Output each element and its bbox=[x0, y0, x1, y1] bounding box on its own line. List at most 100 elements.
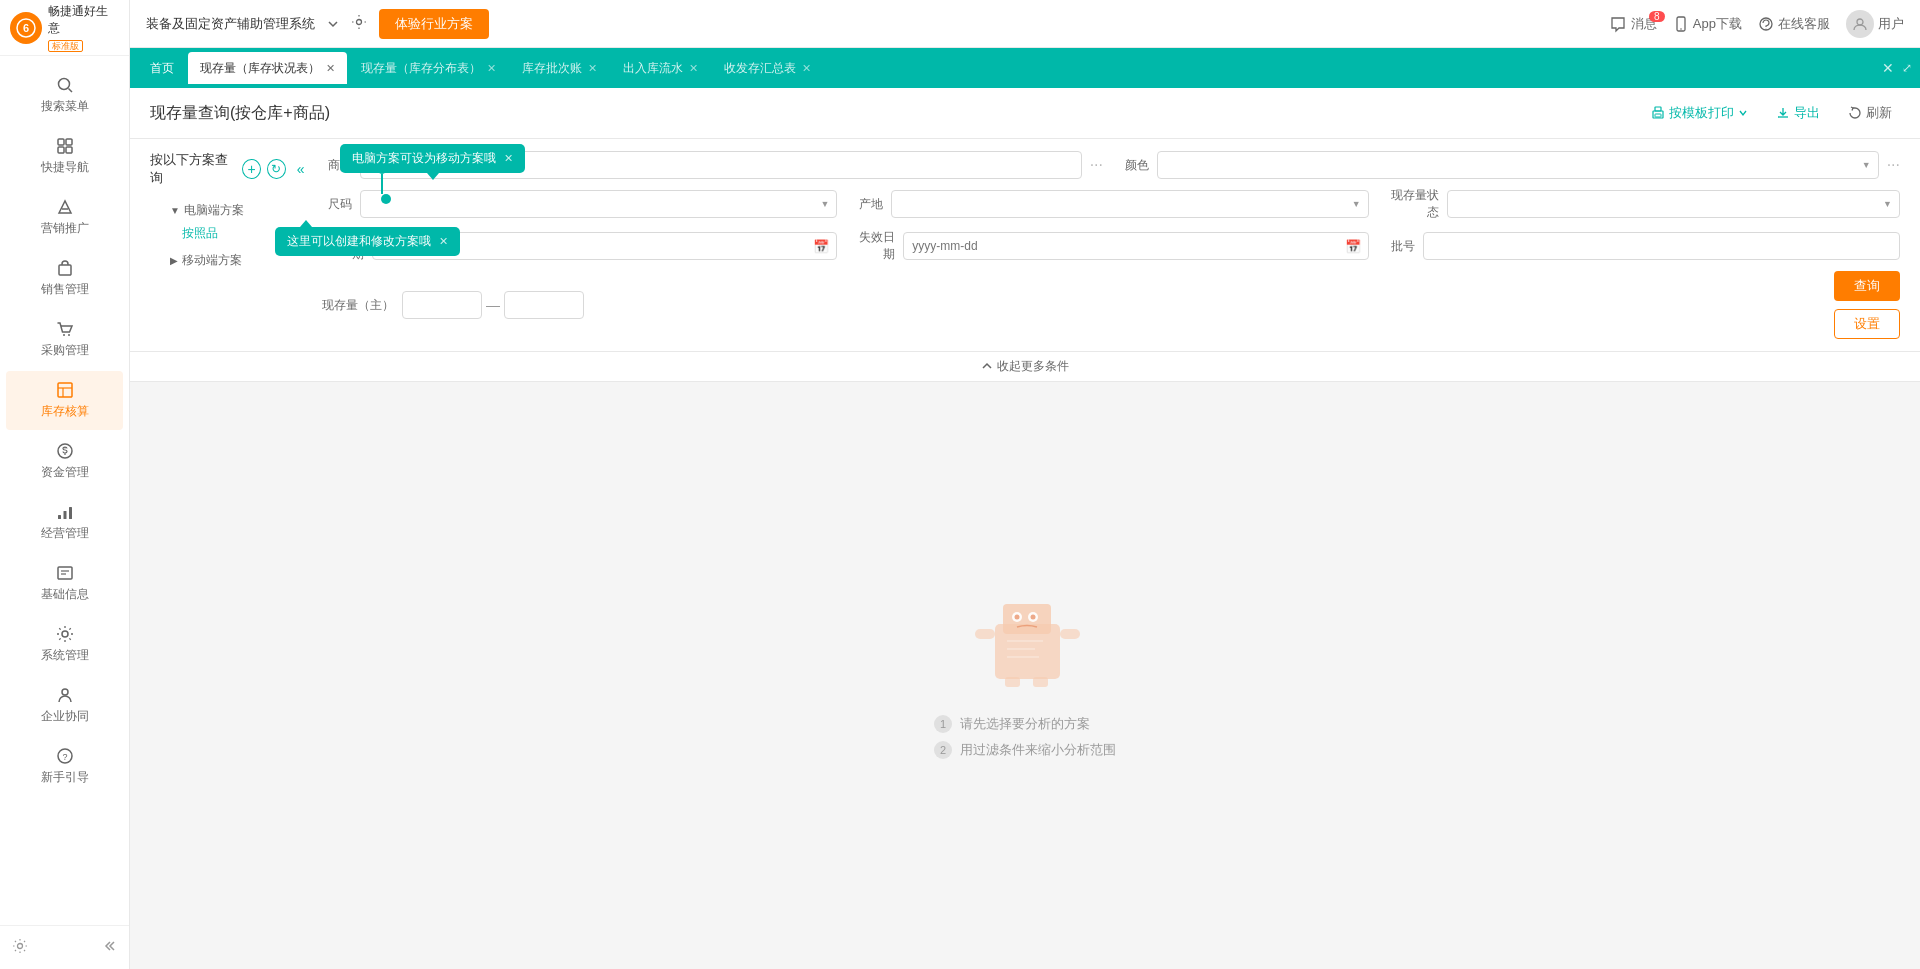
expiry-date-cal-icon[interactable]: 📅 bbox=[1345, 239, 1361, 254]
add-scheme-btn[interactable]: + bbox=[242, 159, 261, 179]
production-date-cal-icon[interactable]: 📅 bbox=[813, 239, 829, 254]
svg-rect-20 bbox=[58, 567, 72, 579]
finance-icon bbox=[56, 442, 74, 460]
tab-inout-flow-close[interactable]: ✕ bbox=[689, 62, 698, 75]
filter-row-1: 商品 ··· 颜色 ▼ ··· bbox=[322, 151, 1900, 179]
collapse-bar[interactable]: 收起更多条件 bbox=[130, 352, 1920, 382]
sidebar-item-purchase[interactable]: 采购管理 bbox=[6, 310, 123, 369]
expiry-date-label: 失效日期 bbox=[853, 229, 895, 263]
app-download-btn[interactable]: App下载 bbox=[1673, 15, 1742, 33]
desktop-group-arrow: ▼ bbox=[170, 205, 180, 216]
settings-icon[interactable] bbox=[12, 938, 28, 957]
batch-no-label: 批号 bbox=[1385, 238, 1415, 255]
user-avatar-btn[interactable]: 用户 bbox=[1846, 10, 1904, 38]
cycle-scheme-btn[interactable]: ↻ bbox=[267, 159, 286, 179]
color-select-wrap: ▼ bbox=[1157, 151, 1879, 179]
tab-close-all-btn[interactable]: ✕ bbox=[1882, 60, 1894, 76]
filter-row-2: 尺码 ▼ 产地 bbox=[322, 187, 1900, 221]
svg-rect-13 bbox=[58, 383, 72, 397]
size-select[interactable] bbox=[360, 190, 837, 218]
sidebar-item-finance[interactable]: 资金管理 bbox=[6, 432, 123, 491]
expiry-date-input[interactable] bbox=[903, 232, 1368, 260]
back-scheme-btn[interactable]: « bbox=[292, 159, 311, 179]
color-select[interactable] bbox=[1157, 151, 1879, 179]
industry-solution-btn[interactable]: 体验行业方案 bbox=[379, 9, 489, 39]
stock-qty-min[interactable] bbox=[402, 291, 482, 319]
user-avatar bbox=[1846, 10, 1874, 38]
tab-inventory-status-close[interactable]: ✕ bbox=[326, 62, 335, 75]
tab-summary-close[interactable]: ✕ bbox=[802, 62, 811, 75]
sidebar-item-search[interactable]: 搜索菜单 bbox=[6, 66, 123, 125]
tab-batch-account[interactable]: 库存批次账 ✕ bbox=[510, 52, 609, 84]
sidebar-item-sales[interactable]: 销售管理 bbox=[6, 249, 123, 308]
size-label: 尺码 bbox=[322, 196, 352, 213]
svg-rect-38 bbox=[1003, 604, 1051, 634]
color-dots-icon[interactable]: ··· bbox=[1887, 156, 1900, 174]
svg-rect-7 bbox=[66, 147, 72, 153]
origin-select-wrap: ▼ bbox=[891, 190, 1368, 218]
range-dash: — bbox=[486, 297, 500, 313]
tab-fullscreen-btn[interactable]: ⤢ bbox=[1902, 61, 1912, 75]
svg-rect-5 bbox=[66, 139, 72, 145]
svg-point-12 bbox=[68, 334, 70, 336]
tab-inventory-dist[interactable]: 现存量（库存分布表） ✕ bbox=[349, 52, 508, 84]
page-area: 现存量查询(按仓库+商品) 按模板打印 bbox=[130, 88, 1920, 969]
batch-no-input[interactable] bbox=[1423, 232, 1900, 260]
step-2-text: 用过滤条件来缩小分析范围 bbox=[960, 737, 1116, 763]
stock-status-select[interactable] bbox=[1447, 190, 1900, 218]
sidebar-logo: 6 畅捷通好生意 标准版 bbox=[0, 0, 129, 56]
stock-qty-label: 现存量（主） bbox=[322, 297, 394, 314]
sidebar-item-guide[interactable]: ? 新手引导 bbox=[6, 737, 123, 796]
tab-batch-account-close[interactable]: ✕ bbox=[588, 62, 597, 75]
sidebar-bottom bbox=[0, 925, 129, 969]
tab-inout-flow[interactable]: 出入库流水 ✕ bbox=[611, 52, 710, 84]
sidebar-item-marketing[interactable]: 营销推广 bbox=[6, 188, 123, 247]
messages-btn[interactable]: 8 消息 bbox=[1609, 15, 1657, 33]
online-support-btn[interactable]: 在线客服 bbox=[1758, 15, 1830, 33]
top-header: 装备及固定资产辅助管理系统 体验行业方案 8 消息 bbox=[130, 0, 1920, 48]
search-btn[interactable]: 查询 bbox=[1834, 271, 1900, 301]
svg-point-41 bbox=[1015, 614, 1020, 619]
sidebar-item-base[interactable]: 基础信息 bbox=[6, 554, 123, 613]
print-btn[interactable]: 按模板打印 bbox=[1643, 100, 1756, 126]
desktop-group-label: 电脑端方案 bbox=[184, 202, 244, 219]
scheme-group-desktop-title[interactable]: ▼ 电脑端方案 bbox=[170, 199, 310, 222]
stock-qty-max[interactable] bbox=[504, 291, 584, 319]
empty-steps: 1 请先选择要分析的方案 2 用过滤条件来缩小分析范围 bbox=[934, 711, 1116, 763]
sidebar-label-search: 搜索菜单 bbox=[41, 98, 89, 115]
product-dots-icon[interactable]: ··· bbox=[1090, 156, 1103, 174]
sidebar-item-inventory[interactable]: 库存核算 bbox=[6, 371, 123, 430]
sidebar-label-nav: 快捷导航 bbox=[41, 159, 89, 176]
sales-icon bbox=[56, 259, 74, 277]
tab-inventory-status[interactable]: 现存量（库存状况表） ✕ bbox=[188, 52, 347, 84]
svg-rect-35 bbox=[1655, 107, 1661, 111]
tooltip-close-2[interactable]: ✕ bbox=[439, 235, 448, 248]
origin-select[interactable] bbox=[891, 190, 1368, 218]
settings-header-icon[interactable] bbox=[351, 14, 367, 33]
empty-state: 1 请先选择要分析的方案 2 用过滤条件来缩小分析范围 bbox=[130, 382, 1920, 969]
collapse-sidebar-btn[interactable] bbox=[101, 938, 117, 957]
sidebar-item-system[interactable]: 系统管理 bbox=[6, 615, 123, 674]
reset-btn[interactable]: 设置 bbox=[1834, 309, 1900, 339]
stock-qty-range: — bbox=[402, 291, 602, 319]
refresh-btn[interactable]: 刷新 bbox=[1840, 100, 1900, 126]
tab-home[interactable]: 首页 bbox=[138, 52, 186, 84]
svg-point-11 bbox=[63, 334, 65, 336]
logo-text: 畅捷通好生意 bbox=[48, 3, 119, 37]
tab-inventory-dist-close[interactable]: ✕ bbox=[487, 62, 496, 75]
sidebar-item-nav[interactable]: 快捷导航 bbox=[6, 127, 123, 186]
sidebar-label-marketing: 营销推广 bbox=[41, 220, 89, 237]
sidebar-item-collab[interactable]: 企业协同 bbox=[6, 676, 123, 735]
svg-point-30 bbox=[1680, 28, 1682, 30]
filter-fields-panel: 商品 ··· 颜色 ▼ ··· bbox=[322, 151, 1900, 339]
sidebar-item-management[interactable]: 经营管理 bbox=[6, 493, 123, 552]
connector-dot-1 bbox=[377, 164, 387, 174]
size-select-wrap: ▼ bbox=[360, 190, 837, 218]
step-num-2: 2 bbox=[934, 741, 952, 759]
export-btn[interactable]: 导出 bbox=[1768, 100, 1828, 126]
tab-summary[interactable]: 收发存汇总表 ✕ bbox=[712, 52, 823, 84]
sidebar-menu: 搜索菜单 快捷导航 营销推广 销售管理 bbox=[0, 56, 129, 925]
tooltip-create-scheme: 这里可以创建和修改方案哦 ✕ bbox=[275, 227, 460, 256]
tooltip-close-1[interactable]: ✕ bbox=[504, 152, 513, 165]
svg-point-16 bbox=[58, 444, 72, 458]
